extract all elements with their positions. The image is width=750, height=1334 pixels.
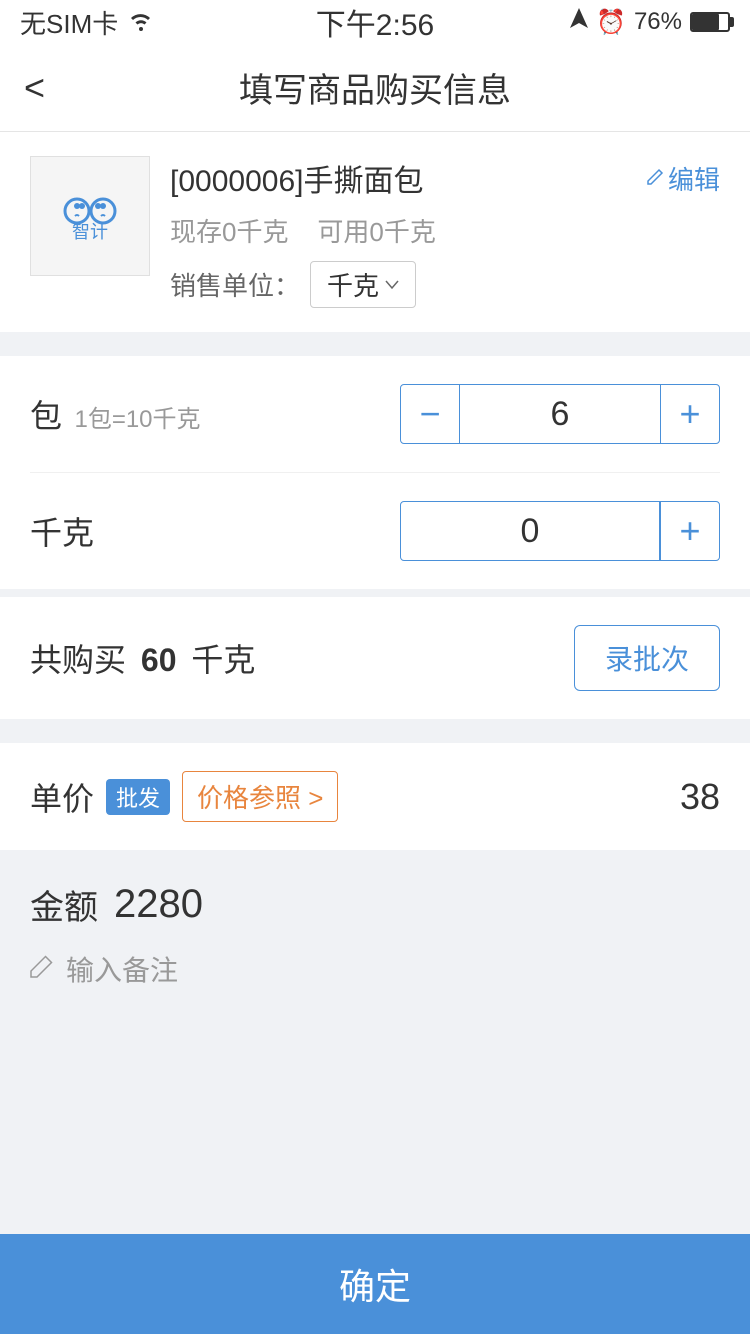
price-ref-button[interactable]: 价格参照 >: [182, 771, 338, 822]
quantity-bao-input[interactable]: [460, 384, 660, 444]
status-bar: 无SIM卡 下午2:56 ⏰ 76%: [0, 0, 750, 44]
quantity-label-2: 千克: [30, 508, 94, 554]
product-info: [0000006]手撕面包 编辑 现存0千克 可用0千克 销售单位： 千克: [170, 156, 720, 308]
nav-bar: < 填写商品购买信息: [0, 44, 750, 132]
status-left: 无SIM卡: [20, 4, 154, 41]
quantity-controls-2: +: [400, 501, 720, 561]
quantity-label-1: 包 1包=10千克: [30, 391, 201, 437]
confirm-bar[interactable]: 确定: [0, 1234, 750, 1334]
quantity-kg-input[interactable]: [400, 501, 660, 561]
price-section: 单价 批发 价格参照 > 38: [0, 735, 750, 850]
edit-button[interactable]: 编辑: [644, 160, 720, 197]
decrement-bao-button[interactable]: −: [400, 384, 460, 444]
batch-tag: 批发: [106, 779, 170, 815]
quantity-row-2: 千克 +: [30, 473, 720, 589]
amount-row: 金额 2280: [30, 880, 720, 929]
product-name-row: [0000006]手撕面包 编辑: [170, 156, 720, 200]
product-unit-row: 销售单位： 千克: [170, 261, 720, 308]
quantity-row-1: 包 1包=10千克 − +: [30, 356, 720, 473]
price-left: 单价 批发 价格参照 >: [30, 771, 338, 822]
product-card: 智计 [0000006]手撕面包 编辑 现存0千克 可用0千克 销售单位： 千克: [0, 132, 750, 340]
wifi-icon: [128, 7, 154, 38]
status-time: 下午2:56: [316, 0, 434, 44]
confirm-button[interactable]: 确定: [339, 1258, 411, 1310]
amount-section: 金额 2280 输入备注: [0, 850, 750, 1009]
gps-icon: [570, 8, 588, 37]
remark-placeholder: 输入备注: [66, 949, 178, 989]
battery-percent: 76%: [634, 8, 682, 36]
price-label: 单价: [30, 774, 94, 820]
unit-select[interactable]: 千克: [310, 261, 416, 308]
pencil-icon: [30, 954, 54, 985]
product-image: 智计: [30, 156, 150, 276]
page-title: 填写商品购买信息: [239, 63, 511, 112]
amount-label: 金额: [30, 880, 98, 929]
price-value: 38: [680, 776, 720, 818]
svg-text:智计: 智计: [72, 222, 108, 242]
total-text: 共购买 60 千克: [30, 635, 255, 681]
back-button[interactable]: <: [24, 67, 45, 109]
status-right: ⏰ 76%: [570, 8, 730, 37]
quantity-section: 包 1包=10千克 − + 千克 +: [0, 356, 750, 589]
carrier-text: 无SIM卡: [20, 4, 118, 41]
product-stock: 现存0千克 可用0千克: [170, 212, 720, 249]
batch-button[interactable]: 录批次: [574, 625, 720, 691]
amount-value: 2280: [114, 882, 203, 927]
unit-label: 销售单位：: [170, 266, 300, 303]
remark-row[interactable]: 输入备注: [30, 949, 720, 989]
increment-kg-button[interactable]: +: [660, 501, 720, 561]
quantity-sublabel: 1包=10千克: [74, 406, 200, 433]
total-section: 共购买 60 千克 录批次: [0, 589, 750, 719]
increment-bao-button[interactable]: +: [660, 384, 720, 444]
product-full-name: [0000006]手撕面包: [170, 156, 423, 200]
battery-icon: [690, 12, 730, 32]
quantity-controls-1: − +: [400, 384, 720, 444]
alarm-icon: ⏰: [596, 8, 626, 37]
